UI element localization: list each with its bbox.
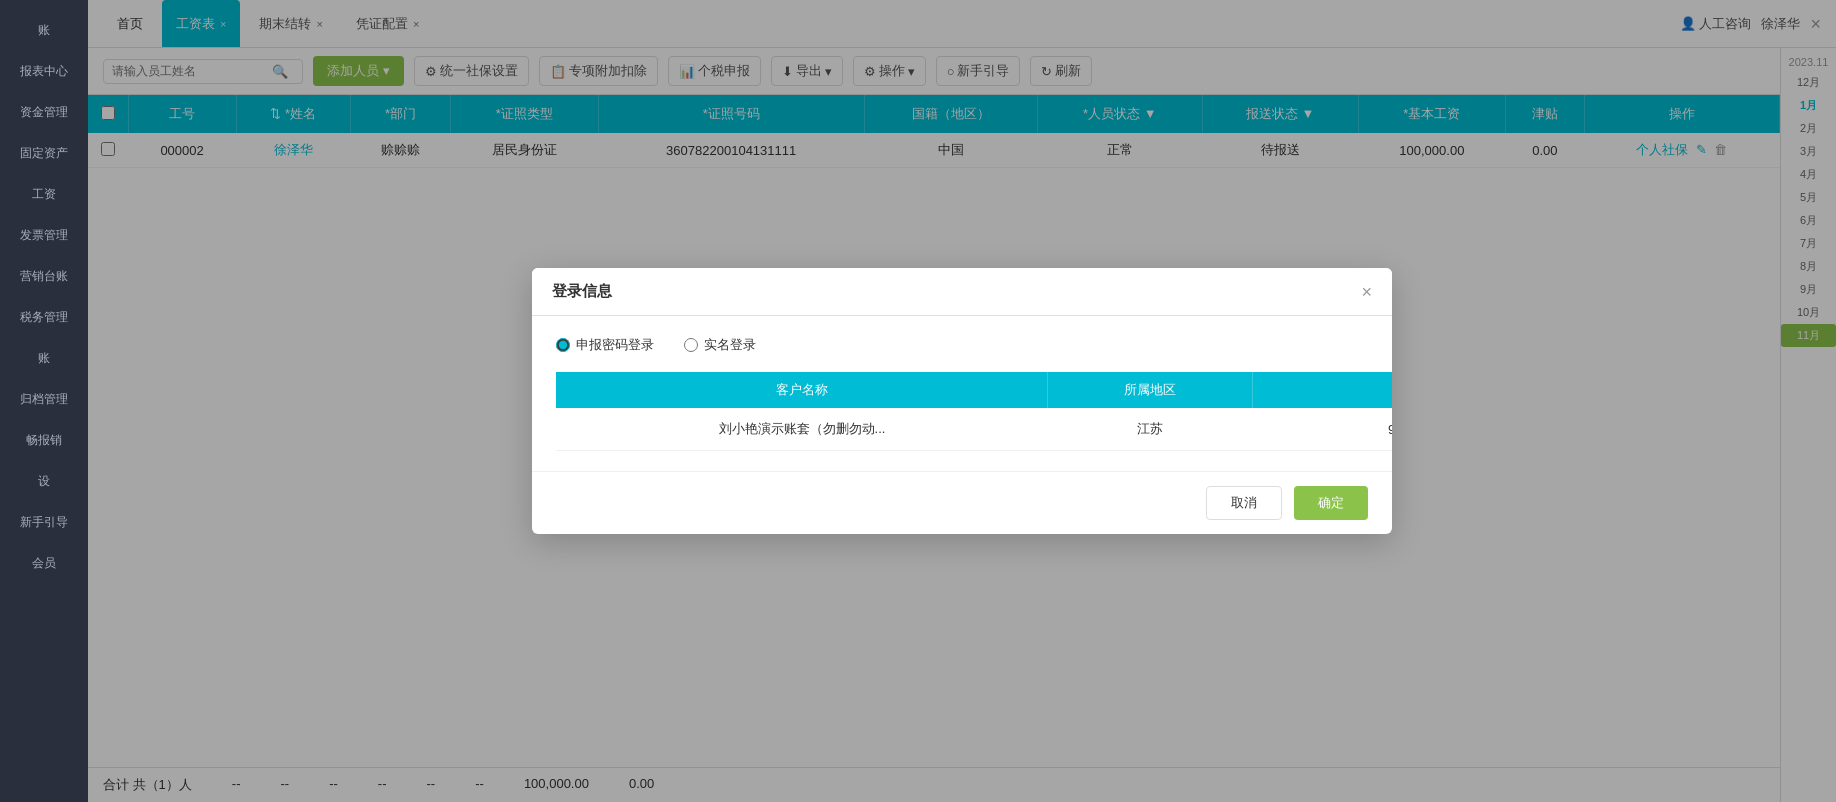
sidebar-item-tax[interactable]: 税务管理	[0, 297, 88, 338]
dialog-col-region: 所属地区	[1048, 372, 1252, 408]
radio-realname-login[interactable]: 实名登录	[684, 336, 756, 354]
main-area: 首页 工资表 × 期末结转 × 凭证配置 × 👤 人工咨询 徐泽华 × 🔍	[88, 0, 1836, 802]
dialog-row-tax-id: 91320811MA7NGR2...	[1252, 408, 1392, 451]
dialog-body: 申报密码登录 实名登录 客户名称 所属地区 税号 个税密码	[532, 316, 1392, 471]
dialog-footer: 取消 确定	[532, 471, 1392, 534]
sidebar-item-salary[interactable]: 工资	[0, 174, 88, 215]
sidebar-item-账[interactable]: 账	[0, 10, 88, 51]
dialog-row-name: 刘小艳演示账套（勿删勿动...	[556, 408, 1048, 451]
radio-realname-input[interactable]	[684, 338, 698, 352]
dialog-title: 登录信息	[552, 282, 612, 301]
sidebar: 账 报表中心 资金管理 固定资产 工资 发票管理 营销台账 税务管理 账 归档管…	[0, 0, 88, 802]
sidebar-item-funds[interactable]: 资金管理	[0, 92, 88, 133]
dialog-col-tax-id: 税号	[1252, 372, 1392, 408]
dialog-overlay: 登录信息 × 申报密码登录 实名登录	[88, 0, 1836, 802]
dialog-close-btn[interactable]: ×	[1361, 283, 1372, 301]
dialog-col-name: 客户名称	[556, 372, 1048, 408]
sidebar-item-invoice[interactable]: 发票管理	[0, 215, 88, 256]
cancel-button[interactable]: 取消	[1206, 486, 1282, 520]
dialog-table-row: 刘小艳演示账套（勿删勿动... 江苏 91320811MA7NGR2... 请输…	[556, 408, 1392, 451]
sidebar-item-expense[interactable]: 畅报销	[0, 420, 88, 461]
radio-password-login[interactable]: 申报密码登录	[556, 336, 654, 354]
sidebar-item-ledger[interactable]: 账	[0, 338, 88, 379]
radio-realname-label: 实名登录	[704, 336, 756, 354]
radio-password-label: 申报密码登录	[576, 336, 654, 354]
sidebar-item-archive[interactable]: 归档管理	[0, 379, 88, 420]
radio-password-input[interactable]	[556, 338, 570, 352]
dialog-header: 登录信息 ×	[532, 268, 1392, 316]
sidebar-item-guide[interactable]: 新手引导	[0, 502, 88, 543]
confirm-button[interactable]: 确定	[1294, 486, 1368, 520]
sidebar-item-member[interactable]: 会员	[0, 543, 88, 584]
login-dialog: 登录信息 × 申报密码登录 实名登录	[532, 268, 1392, 534]
sidebar-item-reports[interactable]: 报表中心	[0, 51, 88, 92]
sidebar-item-settings[interactable]: 设	[0, 461, 88, 502]
dialog-table: 客户名称 所属地区 税号 个税密码 刘小艳演示账套（勿删勿动... 江苏 913…	[556, 372, 1392, 451]
sidebar-item-assets[interactable]: 固定资产	[0, 133, 88, 174]
dialog-row-region: 江苏	[1048, 408, 1252, 451]
sidebar-item-sales[interactable]: 营销台账	[0, 256, 88, 297]
login-type-radio-group: 申报密码登录 实名登录	[556, 336, 1368, 354]
